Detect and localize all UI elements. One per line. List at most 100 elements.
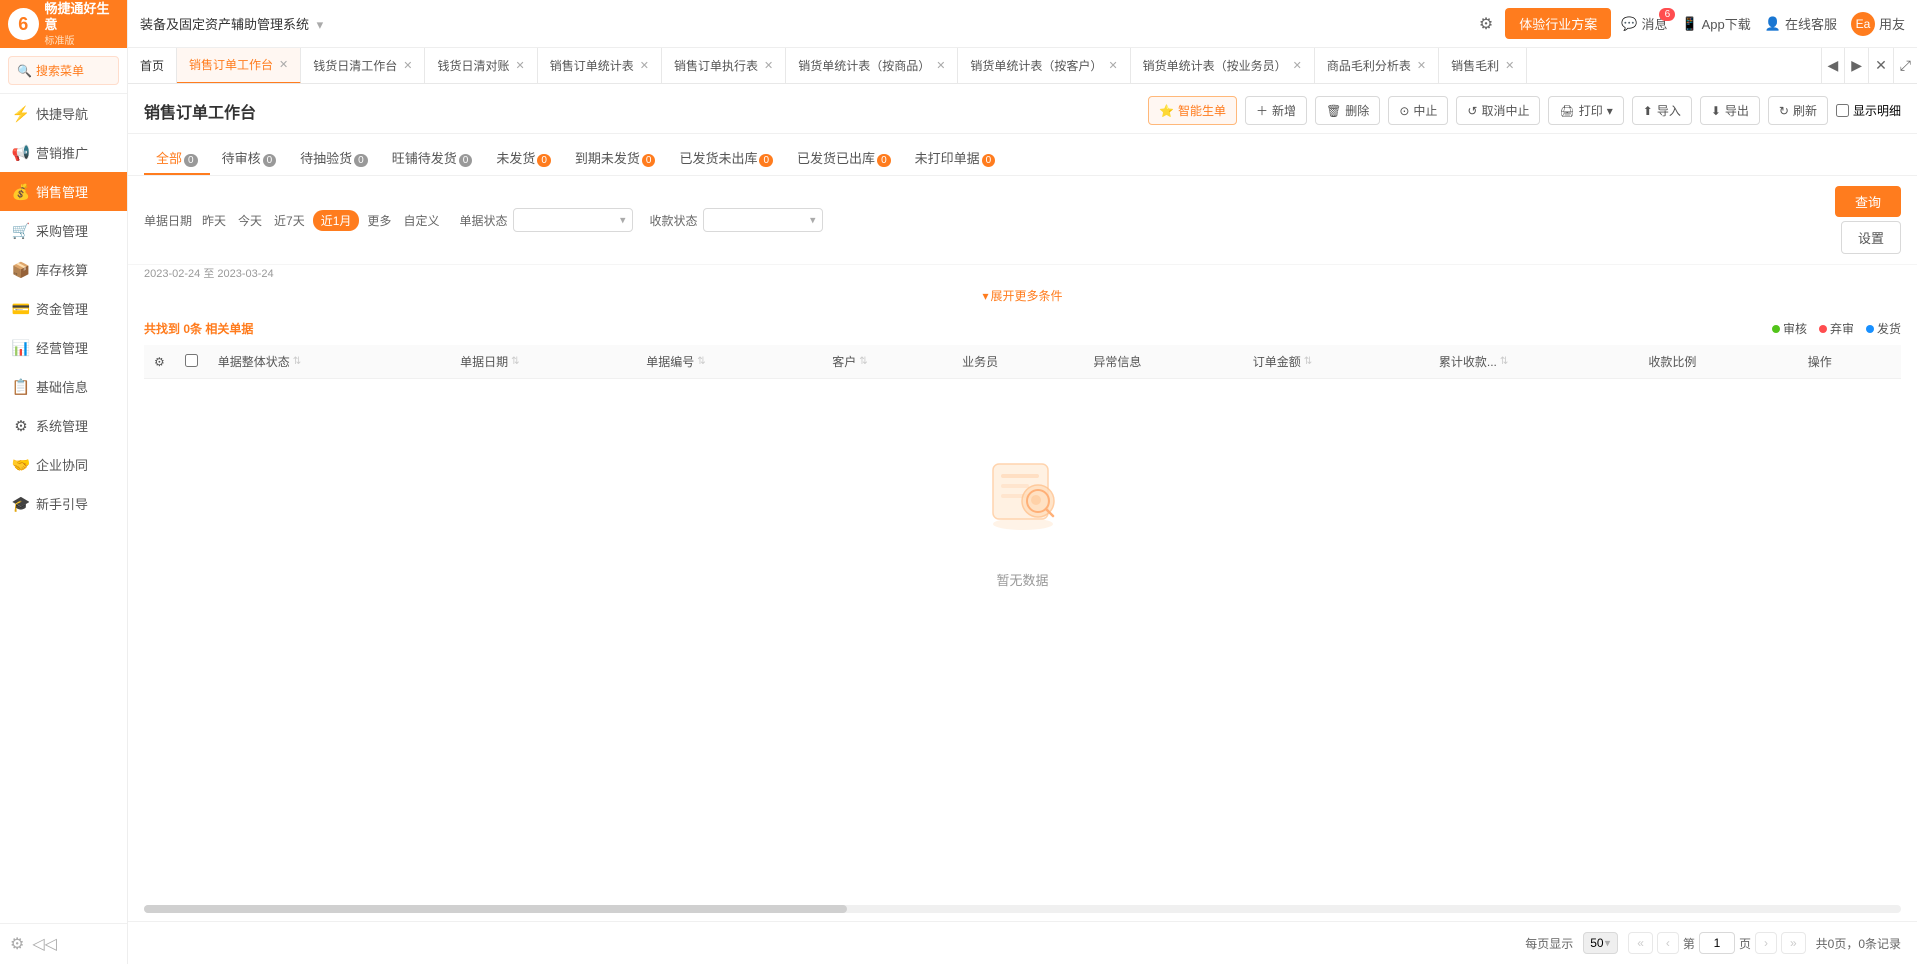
tab-sales-stats-product[interactable]: 销货单统计表（按商品） ✕ (786, 48, 958, 84)
date-option-more[interactable]: 更多 (363, 210, 395, 231)
sidebar-item-guide[interactable]: 🎓 新手引导 (0, 484, 127, 523)
sidebar-item-inventory[interactable]: 📦 库存核算 (0, 250, 127, 289)
cancel-stop-button[interactable]: ↺ 取消中止 (1456, 96, 1540, 125)
last-page-button[interactable]: » (1781, 932, 1806, 954)
sub-tab-shipped-warehoused[interactable]: 已发货已出库0 (785, 142, 903, 175)
tab-scroll-left[interactable]: ◀ (1821, 48, 1845, 84)
smart-create-button[interactable]: ⭐ 智能生单 (1148, 96, 1237, 125)
tab-close-cash-day-clear[interactable]: ✕ (403, 59, 412, 72)
sidebar-item-finance[interactable]: 💳 资金管理 (0, 289, 127, 328)
tab-close-sales-stats-customer[interactable]: ✕ (1108, 59, 1117, 72)
sort-customer[interactable]: 客户 ⇅ (832, 353, 942, 370)
date-option-yesterday[interactable]: 昨天 (198, 210, 230, 231)
ship-action-button[interactable]: 发货 (1866, 320, 1901, 337)
th-settings[interactable]: ⚙ (144, 345, 175, 379)
sidebar-item-system[interactable]: ⚙ 系统管理 (0, 406, 127, 445)
tab-scroll-right[interactable]: ▶ (1844, 48, 1868, 84)
app-download-item[interactable]: 📱 App下载 (1681, 14, 1750, 33)
sidebar-item-base-info[interactable]: 📋 基础信息 (0, 367, 127, 406)
sidebar-item-marketing[interactable]: 📢 营销推广 (0, 133, 127, 172)
show-detail-checkbox[interactable] (1836, 104, 1849, 117)
sidebar-item-operations[interactable]: 📊 经营管理 (0, 328, 127, 367)
cancel-review-action-button[interactable]: 弃审 (1819, 320, 1854, 337)
tab-close-all[interactable]: ✕ (1868, 48, 1893, 84)
prev-page-button[interactable]: ‹ (1657, 932, 1679, 954)
sort-status[interactable]: 单据整体状态 ⇅ (218, 353, 440, 370)
collapse-icon[interactable]: ◁◁ (32, 934, 57, 954)
sidebar-item-enterprise[interactable]: 🤝 企业协同 (0, 445, 127, 484)
tab-sales-order-stats[interactable]: 销售订单统计表 ✕ (538, 48, 662, 84)
tab-cash-goods-reconcile[interactable]: 钱货日清对账 ✕ (425, 48, 537, 84)
tab-close-sales-order-exec[interactable]: ✕ (764, 59, 773, 72)
sort-code[interactable]: 单据编号 ⇅ (646, 353, 812, 370)
tab-sales-stats-staff[interactable]: 销货单统计表（按业务员） ✕ (1131, 48, 1315, 84)
page-title: 销售订单工作台 (144, 99, 256, 123)
sub-tab-shipped-not-warehoused[interactable]: 已发货未出库0 (667, 142, 785, 175)
refresh-button[interactable]: ↻ 刷新 (1768, 96, 1828, 125)
tab-close-sales-stats-staff[interactable]: ✕ (1293, 59, 1302, 72)
page-input[interactable] (1699, 932, 1735, 954)
sort-amount[interactable]: 订单金额 ⇅ (1253, 353, 1419, 370)
date-option-today[interactable]: 今天 (234, 210, 266, 231)
search-menu-button[interactable]: 🔍 搜索菜单 (8, 56, 119, 85)
sub-tab-not-printed[interactable]: 未打印单据0 (903, 142, 1008, 175)
tab-sales-gross[interactable]: 销售毛利 ✕ (1439, 48, 1527, 84)
tab-goods-margin[interactable]: 商品毛利分析表 ✕ (1315, 48, 1439, 84)
user-avatar-item[interactable]: Ea 用友 (1851, 12, 1905, 36)
sub-tab-all[interactable]: 全部0 (144, 142, 210, 175)
tab-sales-order-exec[interactable]: 销售订单执行表 ✕ (662, 48, 786, 84)
tab-sales-workbench[interactable]: 销售订单工作台 ✕ (177, 48, 301, 84)
sidebar-item-quick-nav[interactable]: ⚡ 快捷导航 (0, 94, 127, 133)
stop-button[interactable]: ⊙ 中止 (1388, 96, 1448, 125)
settings-footer-icon[interactable]: ⚙ (10, 934, 24, 954)
date-option-7days[interactable]: 近7天 (270, 210, 309, 231)
scrollbar-thumb[interactable] (144, 905, 847, 913)
sidebar-nav: ⚡ 快捷导航 📢 营销推广 💰 销售管理 🛒 采购管理 📦 库存核算 💳 资金管… (0, 94, 127, 923)
tab-close-cash-goods-reconcile[interactable]: ✕ (516, 59, 525, 72)
page-size-label: 每页显示 (1525, 935, 1573, 952)
add-button[interactable]: ＋ 新增 (1245, 96, 1307, 125)
sidebar-item-purchase[interactable]: 🛒 采购管理 (0, 211, 127, 250)
online-service-item[interactable]: 👤 在线客服 (1765, 14, 1837, 33)
sub-tab-overdue-not-shipped[interactable]: 到期未发货0 (563, 142, 668, 175)
date-option-custom[interactable]: 自定义 (399, 210, 443, 231)
delete-button[interactable]: 🗑 删除 (1315, 96, 1380, 125)
tab-close-goods-margin[interactable]: ✕ (1417, 59, 1426, 72)
tab-close-sales-order-stats[interactable]: ✕ (640, 59, 649, 72)
tab-close-sales-stats-product[interactable]: ✕ (936, 59, 945, 72)
query-button[interactable]: 查询 (1835, 186, 1901, 217)
import-button[interactable]: ⬆ 导入 (1632, 96, 1692, 125)
tab-home[interactable]: 首页 (128, 48, 177, 84)
sidebar-item-sales[interactable]: 💰 销售管理 (0, 172, 127, 211)
payment-select[interactable] (703, 208, 823, 232)
tab-close-sales-gross[interactable]: ✕ (1505, 59, 1514, 72)
first-page-button[interactable]: « (1628, 932, 1653, 954)
tab-maximize[interactable]: ⤢ (1893, 48, 1917, 84)
message-item[interactable]: 💬 消息 6 (1621, 14, 1667, 33)
tab-sales-stats-customer[interactable]: 销货单统计表（按客户） ✕ (958, 48, 1130, 84)
expand-conditions-button[interactable]: ▾ 展开更多条件 (982, 287, 1062, 304)
tab-close-sales-workbench[interactable]: ✕ (279, 58, 288, 71)
page-size-select[interactable]: 20 50 100 (1583, 932, 1618, 954)
industry-solution-button[interactable]: 体验行业方案 (1505, 8, 1611, 39)
topbar-settings-icon[interactable]: ⚙ (1479, 14, 1493, 34)
review-action-button[interactable]: 审核 (1772, 320, 1807, 337)
export-button[interactable]: ⬇ 导出 (1700, 96, 1760, 125)
cancel-review-dot (1819, 325, 1827, 333)
print-icon: 🖨 (1559, 104, 1574, 118)
status-select[interactable] (513, 208, 633, 232)
print-button[interactable]: 🖨 打印 ▾ (1548, 96, 1623, 125)
set-button[interactable]: 设置 (1841, 221, 1901, 254)
next-page-button[interactable]: › (1755, 932, 1777, 954)
tab-cash-day-clear[interactable]: 钱货日清工作台 ✕ (301, 48, 425, 84)
horizontal-scrollbar[interactable] (144, 905, 1901, 913)
sub-tab-pending-inspect[interactable]: 待抽验货0 (288, 142, 380, 175)
sub-tab-not-shipped[interactable]: 未发货0 (484, 142, 563, 175)
sub-tab-wangpu-pending[interactable]: 旺铺待发货0 (380, 142, 485, 175)
select-all-checkbox[interactable] (185, 354, 198, 367)
sort-date[interactable]: 单据日期 ⇅ (460, 353, 626, 370)
date-option-1month[interactable]: 近1月 (313, 210, 360, 231)
sub-tab-pending-review[interactable]: 待审核0 (210, 142, 289, 175)
show-detail-label-area[interactable]: 显示明细 (1836, 102, 1901, 119)
sort-collected[interactable]: 累计收款... ⇅ (1439, 353, 1629, 370)
